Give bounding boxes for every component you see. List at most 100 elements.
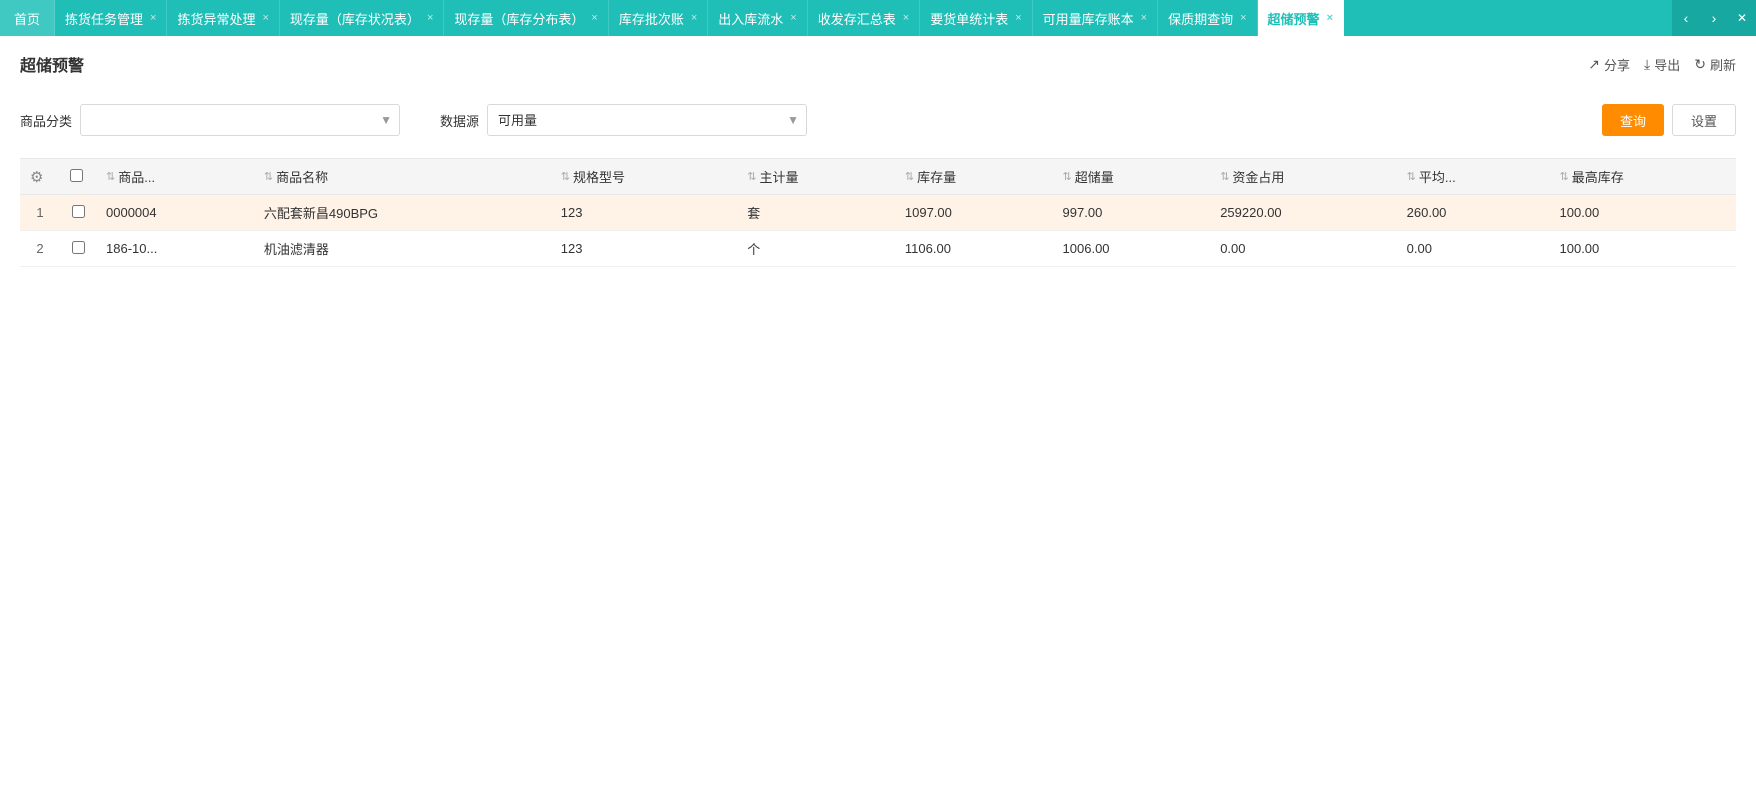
datasource-select[interactable]: 可用量	[487, 104, 807, 136]
nav-arrows: ‹ › ✕	[1672, 0, 1756, 36]
nav-tab-label: 现存量（库存状况表）	[290, 9, 420, 28]
header-actions: ↗ 分享 ⤓ 导出 ↻ 刷新	[1588, 55, 1736, 74]
cell-overstock: 997.00	[1053, 195, 1211, 231]
cell-check	[60, 195, 96, 231]
close-tab-icon[interactable]: ×	[427, 12, 433, 24]
close-tab-icon[interactable]: ×	[150, 12, 156, 24]
nav-tab-4[interactable]: 库存批次账 ×	[609, 0, 708, 36]
close-tab-icon[interactable]: ×	[262, 12, 268, 24]
query-button[interactable]: 查询	[1602, 104, 1664, 136]
nav-tab-5[interactable]: 出入库流水 ×	[708, 0, 807, 36]
cell-product-code: 186-10...	[96, 231, 254, 267]
nav-tab-label: 拣货异常处理	[177, 9, 255, 28]
sort-icon: ⇅	[561, 170, 570, 183]
page-header: 超储预警 ↗ 分享 ⤓ 导出 ↻ 刷新	[20, 52, 1736, 76]
col-stock-header: ⇅ 库存量	[895, 159, 1053, 195]
category-select[interactable]	[80, 104, 400, 136]
row-checkbox[interactable]	[72, 205, 85, 218]
cell-spec: 123	[551, 195, 737, 231]
export-label: 导出	[1654, 55, 1680, 74]
table-body: 1 0000004 六配套新昌490BPG 123 套 1097.00 997.…	[20, 195, 1736, 267]
sort-icon: ⇅	[264, 170, 273, 183]
table-row: 1 0000004 六配套新昌490BPG 123 套 1097.00 997.…	[20, 195, 1736, 231]
filter-actions: 查询 设置	[1602, 104, 1736, 136]
nav-tab-6[interactable]: 收发存汇总表×	[808, 0, 920, 36]
filter-category: 商品分类 ▼	[20, 104, 400, 136]
close-tab-icon[interactable]: ×	[1327, 12, 1333, 24]
col-max-stock-header: ⇅ 最高库存	[1550, 159, 1737, 195]
nav-prev-button[interactable]: ‹	[1672, 0, 1700, 36]
nav-tab-label: 出入库流水	[718, 9, 783, 28]
row-checkbox[interactable]	[72, 241, 85, 254]
refresh-label: 刷新	[1710, 55, 1736, 74]
nav-bar: 首页 拣货任务管理×拣货异常处理×现存量（库存状况表）×现存量（库存分布表）×库…	[0, 0, 1756, 36]
close-tab-icon[interactable]: ×	[1141, 12, 1147, 24]
sort-icon: ⇅	[1560, 170, 1569, 183]
cell-index: 1	[20, 195, 60, 231]
table-header: ⚙ ⇅ 商品... ⇅ 商品名称	[20, 159, 1736, 195]
close-tab-icon[interactable]: ×	[591, 12, 597, 24]
cell-product-code: 0000004	[96, 195, 254, 231]
select-all-checkbox[interactable]	[70, 169, 83, 182]
category-select-wrap: ▼	[80, 104, 400, 136]
share-button[interactable]: ↗ 分享	[1588, 55, 1630, 74]
close-tab-icon[interactable]: ×	[1015, 12, 1021, 24]
page-title: 超储预警	[20, 52, 84, 76]
close-tab-icon[interactable]: ×	[1240, 12, 1246, 24]
nav-tab-label: 可用量库存账本	[1043, 9, 1134, 28]
col-overstock-header: ⇅ 超储量	[1053, 159, 1211, 195]
nav-close-button[interactable]: ✕	[1728, 0, 1756, 36]
close-tab-icon[interactable]: ×	[903, 12, 909, 24]
nav-tab-3[interactable]: 现存量（库存分布表） ×	[444, 0, 608, 36]
cell-avg: 260.00	[1397, 195, 1550, 231]
nav-home-label: 首页	[14, 9, 40, 28]
col-unit-header: ⇅ 主计量	[737, 159, 895, 195]
nav-home[interactable]: 首页	[0, 0, 55, 36]
nav-tab-1[interactable]: 拣货异常处理 ×	[167, 0, 279, 36]
cell-unit: 个	[737, 231, 895, 267]
nav-tab-label: 要货单统计表	[930, 9, 1008, 28]
nav-next-button[interactable]: ›	[1700, 0, 1728, 36]
cell-spec: 123	[551, 231, 737, 267]
refresh-button[interactable]: ↻ 刷新	[1694, 55, 1736, 74]
col-product-name-header: ⇅ 商品名称	[254, 159, 551, 195]
filter-bar: 商品分类 ▼ 数据源 可用量 ▼ 查询 设置	[20, 92, 1736, 144]
col-spec-header: ⇅ 规格型号	[551, 159, 737, 195]
share-icon: ↗	[1588, 56, 1600, 73]
nav-tab-label: 拣货任务管理	[65, 9, 143, 28]
cell-unit: 套	[737, 195, 895, 231]
nav-tab-7[interactable]: 要货单统计表 ×	[920, 0, 1032, 36]
cell-max-stock: 100.00	[1550, 195, 1737, 231]
nav-tab-2[interactable]: 现存量（库存状况表） ×	[280, 0, 444, 36]
cell-capital: 259220.00	[1210, 195, 1396, 231]
page-content: 超储预警 ↗ 分享 ⤓ 导出 ↻ 刷新 商品分类 ▼	[0, 36, 1756, 800]
col-avg-header: ⇅ 平均...	[1397, 159, 1550, 195]
nav-tab-label: 库存批次账	[619, 9, 684, 28]
nav-tab-0[interactable]: 拣货任务管理 ×	[55, 0, 167, 36]
refresh-icon: ↻	[1694, 56, 1706, 73]
close-tab-icon[interactable]: ×	[691, 12, 697, 24]
table-row: 2 186-10... 机油滤清器 123 个 1106.00 1006.00 …	[20, 231, 1736, 267]
col-capital-header: ⇅ 资金占用	[1210, 159, 1396, 195]
settings-button[interactable]: 设置	[1672, 104, 1736, 136]
cell-check	[60, 231, 96, 267]
export-icon: ⤓	[1644, 56, 1650, 73]
export-button[interactable]: ⤓ 导出	[1644, 55, 1680, 74]
datasource-select-wrap: 可用量 ▼	[487, 104, 807, 136]
close-tab-icon[interactable]: ×	[790, 12, 796, 24]
nav-tab-label: 超储预警	[1268, 9, 1320, 28]
nav-tab-8[interactable]: 可用量库存账本 ×	[1033, 0, 1158, 36]
col-gear-header: ⚙	[20, 159, 60, 195]
nav-tab-label: 现存量（库存分布表）	[454, 9, 584, 28]
cell-capital: 0.00	[1210, 231, 1396, 267]
nav-tab-10[interactable]: 超储预警 ×	[1258, 0, 1344, 36]
nav-tab-9[interactable]: 保质期查询 ×	[1158, 0, 1257, 36]
cell-product-name: 六配套新昌490BPG	[254, 195, 551, 231]
gear-icon[interactable]: ⚙	[30, 169, 43, 186]
datasource-label: 数据源	[440, 111, 479, 130]
cell-stock: 1097.00	[895, 195, 1053, 231]
nav-tab-label: 保质期查询	[1168, 9, 1233, 28]
sort-icon: ⇅	[1407, 170, 1416, 183]
category-label: 商品分类	[20, 111, 72, 130]
sort-icon: ⇅	[106, 170, 115, 183]
